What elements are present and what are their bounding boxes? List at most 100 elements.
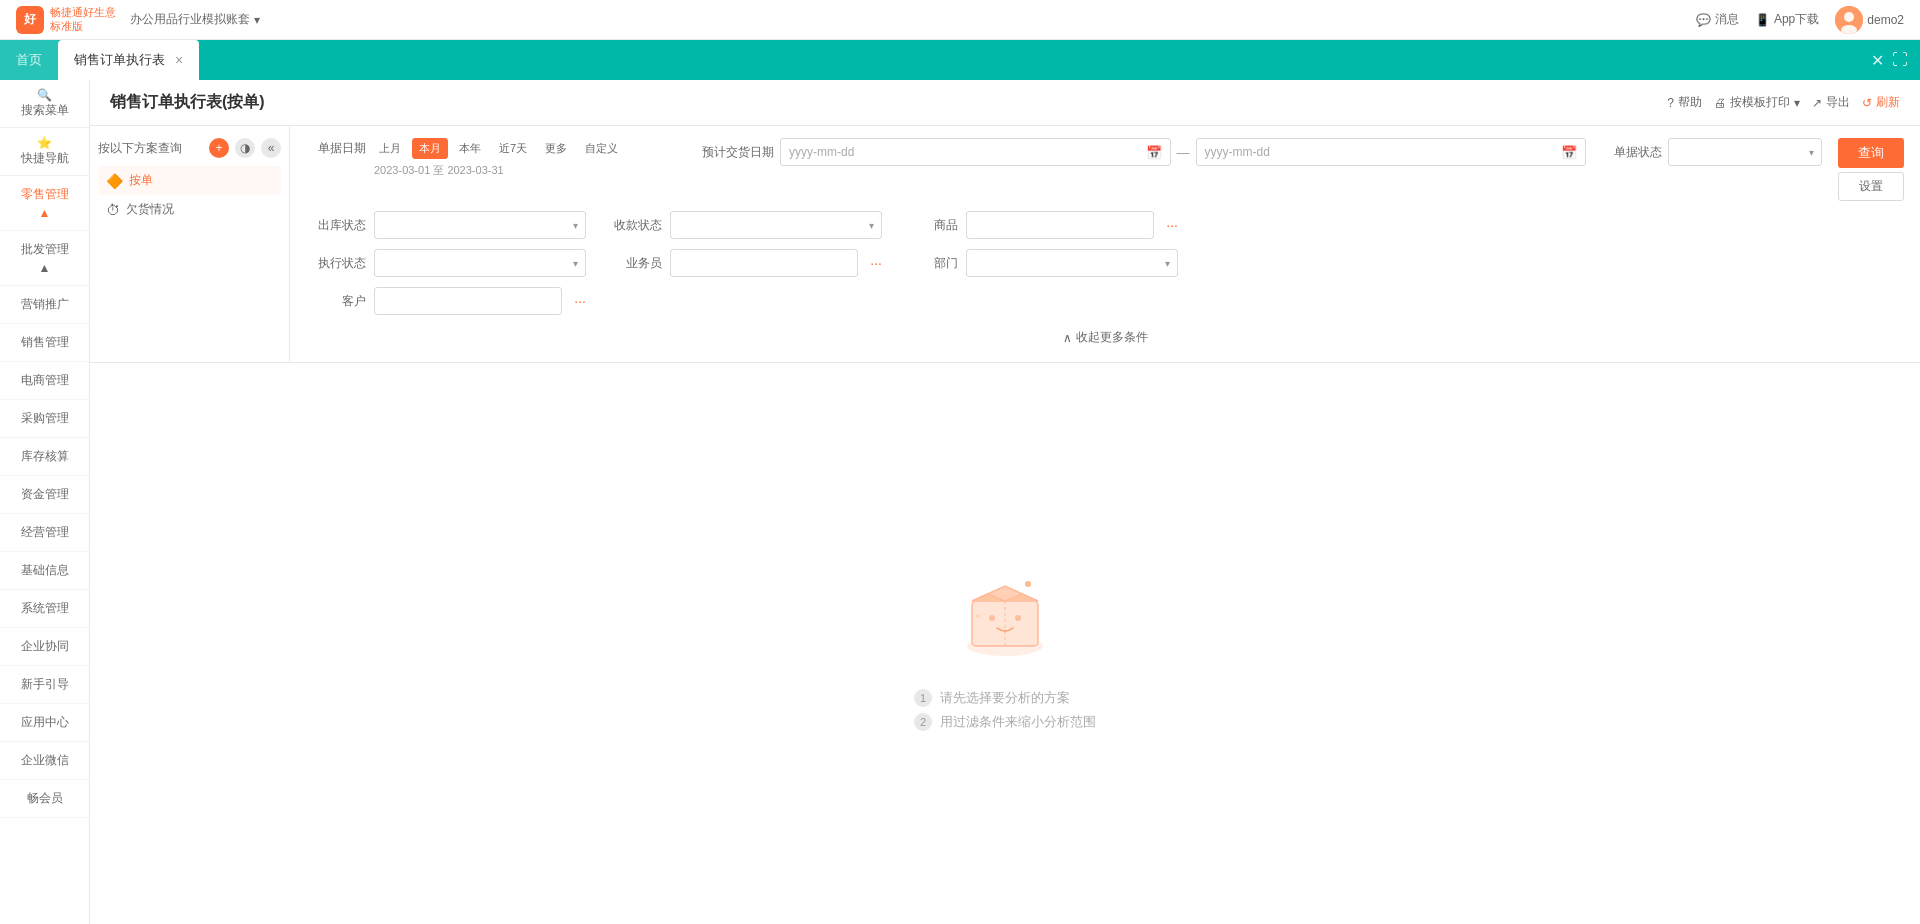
header-left: 好 畅捷通好生意 标准版 办公用品行业模拟账套 ▾ [16, 6, 266, 34]
sidebar-item-wholesale[interactable]: 批发管理 ▲ [0, 231, 89, 286]
set-button[interactable]: 设置 [1838, 172, 1904, 201]
empty-state: 1 请先选择要分析的方案 2 用过滤条件来缩小分析范围 [914, 556, 1096, 731]
chevron-down-icon: ▾ [254, 13, 260, 27]
scheme-icon: ⏱ [106, 202, 120, 218]
sidebar-item-enterprise-wechat[interactable]: 企业微信 [0, 742, 89, 780]
refresh-button[interactable]: ↺ 刷新 [1862, 94, 1900, 111]
out-status-select[interactable] [374, 211, 586, 239]
empty-step-2: 2 用过滤条件来缩小分析范围 [914, 713, 1096, 731]
query-button[interactable]: 查询 [1838, 138, 1904, 168]
filter-panel-actions: + ◑ « [209, 138, 281, 158]
exec-status-group: 执行状态 ▾ [306, 249, 586, 277]
quick-nav-icon: ⭐ [6, 136, 83, 150]
date-tag-more[interactable]: 更多 [538, 138, 574, 159]
goods-more-button[interactable]: ··· [1166, 217, 1178, 233]
svg-point-1 [1844, 12, 1854, 22]
expected-date-from[interactable]: yyyy-mm-dd 📅 [780, 138, 1171, 166]
collapse-panel-button[interactable]: « [261, 138, 281, 158]
expand-icon: ▲ [39, 261, 51, 275]
collapse-icon: ∧ [1063, 331, 1072, 345]
salesperson-input[interactable] [670, 249, 858, 277]
scheme-icon: 🔶 [106, 173, 123, 189]
tab-maximize-button[interactable]: ⛶ [1892, 51, 1908, 69]
date-tags: 上月 本月 本年 近7天 更多 自定义 [372, 138, 625, 159]
sidebar-item-newbie[interactable]: 新手引导 [0, 666, 89, 704]
copy-scheme-button[interactable]: ◑ [235, 138, 255, 158]
filter-row-3: 执行状态 ▾ 业务员 ··· 部门 [306, 249, 1904, 277]
sidebar-item-operations[interactable]: 经营管理 [0, 514, 89, 552]
date-tag-last-month[interactable]: 上月 [372, 138, 408, 159]
user-avatar-area[interactable]: demo2 [1835, 6, 1904, 34]
sidebar-item-collab[interactable]: 企业协同 [0, 628, 89, 666]
collapse-filter-button[interactable]: ∧ 收起更多条件 [1051, 325, 1160, 350]
svg-point-6 [1025, 581, 1031, 587]
app-icon: 📱 [1755, 13, 1770, 27]
department-label: 部门 [898, 255, 958, 272]
expected-date-label: 预计交货日期 [702, 144, 774, 161]
page-actions: ? 帮助 🖨 按模板打印 ▾ ↗ 导出 ↺ 刷新 [1667, 94, 1900, 111]
help-button[interactable]: ? 帮助 [1667, 94, 1702, 111]
department-select[interactable] [966, 249, 1178, 277]
tab-close-button[interactable]: × [175, 52, 183, 68]
filter-row-2: 出库状态 ▾ 收款状态 ▾ 商品 [306, 211, 1904, 239]
filter-panel-title: 按以下方案查询 + ◑ « [98, 138, 281, 158]
sidebar-item-member[interactable]: 畅会员 [0, 780, 89, 818]
doc-status-select[interactable] [1668, 138, 1822, 166]
exec-status-select[interactable] [374, 249, 586, 277]
customer-input[interactable] [374, 287, 562, 315]
date-tag-7days[interactable]: 近7天 [492, 138, 534, 159]
content-area: 销售订单执行表(按单) ? 帮助 🖨 按模板打印 ▾ ↗ 导出 ↺ 刷新 [90, 80, 1920, 924]
sidebar-item-finance[interactable]: 资金管理 [0, 476, 89, 514]
date-tag-custom[interactable]: 自定义 [578, 138, 625, 159]
svg-point-9 [1015, 615, 1021, 621]
expected-date-to[interactable]: yyyy-mm-dd 📅 [1196, 138, 1587, 166]
goods-group: 商品 ··· [898, 211, 1178, 239]
salesperson-group: 业务员 ··· [602, 249, 882, 277]
expand-icon: ▲ [39, 206, 51, 220]
receive-status-select[interactable] [670, 211, 882, 239]
page-title: 销售订单执行表(按单) [110, 92, 265, 113]
export-button[interactable]: ↗ 导出 [1812, 94, 1850, 111]
message-button[interactable]: 💬 消息 [1696, 11, 1739, 28]
scheme-item-by-order[interactable]: 🔶 按单 [98, 166, 281, 195]
sidebar-item-app-center[interactable]: 应用中心 [0, 704, 89, 742]
sidebar-item-inventory[interactable]: 库存核算 [0, 438, 89, 476]
top-header: 好 畅捷通好生意 标准版 办公用品行业模拟账套 ▾ 💬 消息 📱 App下载 [0, 0, 1920, 40]
sidebar-item-marketing[interactable]: 营销推广 [0, 286, 89, 324]
customer-more-button[interactable]: ··· [574, 293, 586, 309]
scheme-item-shortage[interactable]: ⏱ 欠货情况 [98, 195, 281, 224]
add-scheme-button[interactable]: + [209, 138, 229, 158]
sidebar-item-retail[interactable]: 零售管理 ▲ [0, 176, 89, 231]
sidebar-item-sales[interactable]: 销售管理 [0, 324, 89, 362]
doc-status-label: 单据状态 [1602, 144, 1662, 161]
logo-area: 好 畅捷通好生意 标准版 [16, 6, 116, 34]
tab-home[interactable]: 首页 [0, 40, 58, 80]
exec-status-label: 执行状态 [306, 255, 366, 272]
calendar-icon-2: 📅 [1561, 145, 1577, 160]
empty-illustration [950, 556, 1060, 669]
sidebar-quick-nav[interactable]: ⭐ 快捷导航 [0, 128, 89, 176]
salesperson-label: 业务员 [602, 255, 662, 272]
goods-input[interactable] [966, 211, 1154, 239]
tab-sales-order[interactable]: 销售订单执行表 × [58, 40, 199, 80]
sidebar-item-ecommerce[interactable]: 电商管理 [0, 362, 89, 400]
salesperson-more-button[interactable]: ··· [870, 255, 882, 271]
filter-row-4: 客户 ··· [306, 287, 1904, 315]
header-right: 💬 消息 📱 App下载 demo2 [1696, 6, 1904, 34]
sidebar-item-base-info[interactable]: 基础信息 [0, 552, 89, 590]
goods-label: 商品 [898, 217, 958, 234]
app-download-button[interactable]: 📱 App下载 [1755, 11, 1819, 28]
company-selector[interactable]: 办公用品行业模拟账套 ▾ [124, 9, 266, 30]
template-print-button[interactable]: 🖨 按模板打印 ▾ [1714, 94, 1800, 111]
date-tag-this-year[interactable]: 本年 [452, 138, 488, 159]
tab-close-window-button[interactable]: ✕ [1871, 51, 1884, 70]
sidebar-search[interactable]: 🔍 搜索菜单 [0, 80, 89, 128]
date-tag-this-month[interactable]: 本月 [412, 138, 448, 159]
tab-bar: 首页 销售订单执行表 × ✕ ⛶ [0, 40, 1920, 80]
data-content: 1 请先选择要分析的方案 2 用过滤条件来缩小分析范围 [90, 363, 1920, 924]
sidebar-item-purchase[interactable]: 采购管理 [0, 400, 89, 438]
sidebar-item-system[interactable]: 系统管理 [0, 590, 89, 628]
empty-steps: 1 请先选择要分析的方案 2 用过滤条件来缩小分析范围 [914, 689, 1096, 731]
chevron-down-icon: ▾ [1794, 96, 1800, 110]
date-label: 单据日期 [306, 140, 366, 157]
